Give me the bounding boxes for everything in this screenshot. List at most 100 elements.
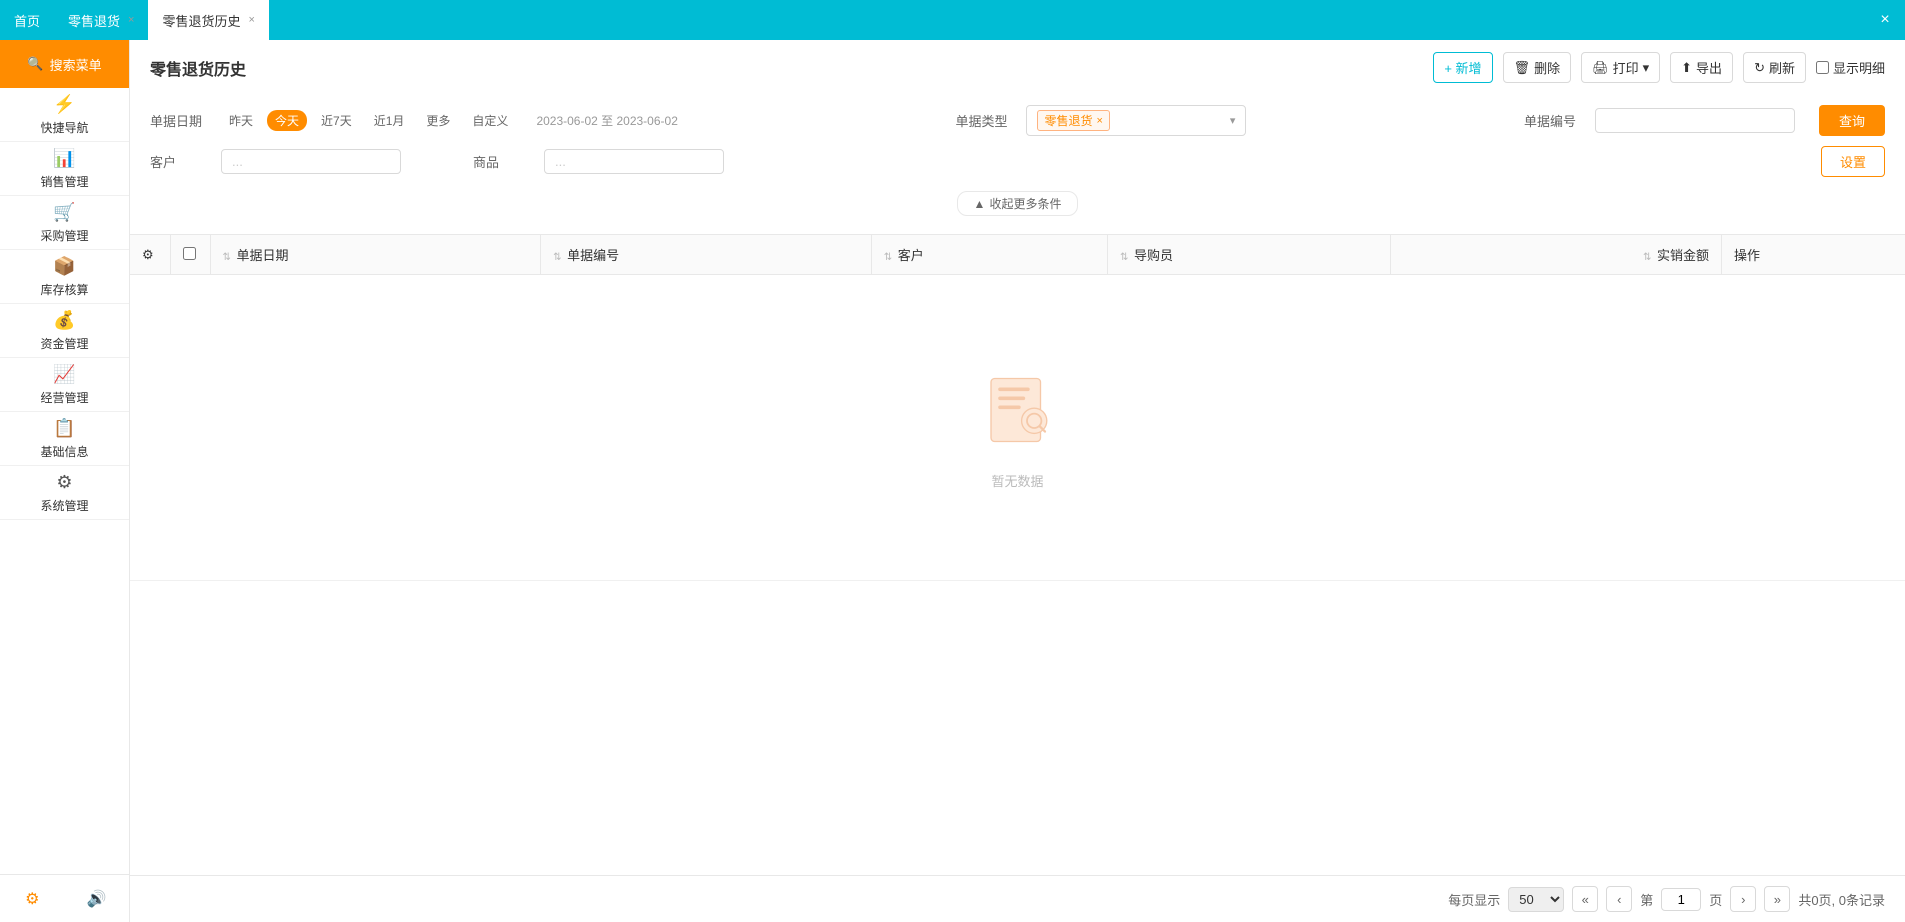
th-no-label: 单据编号 (567, 248, 619, 263)
collapse-bar: ▲ 收起更多条件 (150, 187, 1885, 224)
tab-retail-return-label: 零售退货 (68, 11, 120, 30)
date-option-today[interactable]: 今天 (267, 110, 307, 131)
sidebar-item-system-mgmt[interactable]: ⚙ 系统管理 (0, 466, 129, 520)
sidebar-item-fund-mgmt[interactable]: 💰 资金管理 (0, 304, 129, 358)
print-button-label: 打印 (1613, 58, 1639, 77)
sort-arrows-amount: ⇅ (1643, 252, 1651, 263)
settings-button[interactable]: 设置 (1821, 146, 1885, 177)
settings-button-label: 设置 (1840, 155, 1866, 170)
refresh-button[interactable]: ↻ 刷新 (1743, 52, 1806, 83)
collapse-button[interactable]: ▲ 收起更多条件 (957, 191, 1079, 216)
date-filter-label: 单据日期 (150, 111, 205, 130)
select-all-checkbox[interactable] (183, 247, 196, 260)
date-option-more[interactable]: 更多 (418, 110, 458, 131)
search-icon: 🔍 (27, 56, 43, 72)
show-detail-checkbox[interactable]: 显示明细 (1816, 58, 1885, 77)
show-detail-label: 显示明细 (1833, 58, 1885, 77)
th-amount[interactable]: ⇅ 实销金额 (1391, 235, 1722, 275)
tab-retail-return-close[interactable]: × (128, 14, 134, 26)
page-title: 零售退货历史 (150, 56, 246, 80)
top-bar: 首页 零售退货 × 零售退货历史 × × (0, 0, 1905, 40)
sidebar-item-sales-mgmt[interactable]: 📊 销售管理 (0, 142, 129, 196)
voucher-type-tag-close[interactable]: × (1096, 115, 1102, 127)
tab-retail-return-history[interactable]: 零售退货历史 × (148, 0, 268, 40)
date-range-text: 2023-06-02 至 2023-06-02 (536, 112, 677, 129)
date-option-custom[interactable]: 自定义 (464, 110, 516, 131)
tab-retail-return[interactable]: 零售退货 × (54, 0, 148, 40)
window-close-button[interactable]: × (1865, 0, 1905, 40)
sort-arrows-customer: ⇅ (884, 252, 892, 263)
customer-label: 客户 (150, 152, 205, 171)
page-number-input[interactable] (1661, 888, 1701, 911)
sidebar-item-inventory-calc[interactable]: 📦 库存核算 (0, 250, 129, 304)
data-table: ⚙ ⇅ 单据日期 ⇅ 单据编号 (130, 235, 1905, 581)
sidebar-search-label: 搜索菜单 (50, 55, 102, 74)
fund-mgmt-icon: 💰 (53, 310, 75, 331)
goods-select[interactable]: ... (544, 149, 724, 174)
sidebar-item-purchase-mgmt-label: 采购管理 (40, 227, 88, 244)
sidebar-item-operation-mgmt[interactable]: 📈 经营管理 (0, 358, 129, 412)
delete-button[interactable]: 🗑 删除 (1503, 52, 1572, 83)
page-header: 零售退货历史 + 新增 🗑 删除 🖨 打印 ▾ ⬆ (130, 40, 1905, 235)
sidebar-item-basic-info[interactable]: 📋 基础信息 (0, 412, 129, 466)
main-layout: 🔍 搜索菜单 ⚡ 快捷导航 📊 销售管理 🛒 采购管理 📦 库存核算 💰 资金管… (0, 40, 1905, 922)
table-head: ⚙ ⇅ 单据日期 ⇅ 单据编号 (130, 235, 1905, 275)
sidebar-bottom: ⚙ 🔊 (0, 874, 129, 922)
new-button[interactable]: + 新增 (1433, 52, 1492, 83)
filter-row-1: 单据日期 昨天 今天 近7天 近1月 更多 自定义 2023-06-02 至 2… (150, 105, 1885, 136)
date-option-1month[interactable]: 近1月 (366, 110, 413, 131)
sidebar-item-quick-nav-label: 快捷导航 (40, 119, 88, 136)
sidebar-search[interactable]: 🔍 搜索菜单 (0, 40, 129, 88)
basic-info-icon: 📋 (53, 418, 75, 439)
date-option-7days[interactable]: 近7天 (313, 110, 360, 131)
purchase-mgmt-icon: 🛒 (53, 202, 75, 223)
last-page-icon: » (1774, 892, 1781, 907)
sidebar-item-operation-mgmt-label: 经营管理 (40, 389, 88, 406)
th-checkbox[interactable] (170, 235, 210, 275)
query-button[interactable]: 查询 (1819, 105, 1885, 136)
sidebar-settings-icon[interactable]: ⚙ (12, 879, 52, 919)
export-button[interactable]: ⬆ 导出 (1670, 52, 1733, 83)
prev-page-icon: ‹ (1617, 892, 1621, 907)
sidebar-item-quick-nav[interactable]: ⚡ 快捷导航 (0, 88, 129, 142)
th-customer[interactable]: ⇅ 客户 (871, 235, 1107, 275)
sidebar-volume-icon[interactable]: 🔊 (77, 879, 117, 919)
toolbar: + 新增 🗑 删除 🖨 打印 ▾ ⬆ 导出 (1433, 52, 1885, 83)
per-page-label: 每页显示 (1448, 890, 1500, 909)
voucher-type-tag: 零售退货 × (1037, 110, 1109, 131)
tab-retail-return-history-close[interactable]: × (248, 14, 254, 26)
total-info: 共0页, 0条记录 (1798, 890, 1885, 909)
table-container: ⚙ ⇅ 单据日期 ⇅ 单据编号 (130, 235, 1905, 875)
th-action: 操作 (1721, 235, 1905, 275)
th-date[interactable]: ⇅ 单据日期 (210, 235, 541, 275)
th-no[interactable]: ⇅ 单据编号 (541, 235, 872, 275)
first-page-button[interactable]: « (1572, 886, 1598, 912)
sidebar-item-purchase-mgmt[interactable]: 🛒 采购管理 (0, 196, 129, 250)
sidebar: 🔍 搜索菜单 ⚡ 快捷导航 📊 销售管理 🛒 采购管理 📦 库存核算 💰 资金管… (0, 40, 130, 922)
operation-mgmt-icon: 📈 (53, 364, 75, 385)
voucher-no-input[interactable] (1595, 108, 1795, 133)
next-page-button[interactable]: › (1730, 886, 1756, 912)
voucher-type-select[interactable]: 零售退货 × ▾ (1026, 105, 1246, 136)
sidebar-item-fund-mgmt-label: 资金管理 (40, 335, 88, 352)
tab-home-label: 首页 (14, 11, 40, 30)
tab-home[interactable]: 首页 (0, 0, 54, 40)
sidebar-item-basic-info-label: 基础信息 (40, 443, 88, 460)
th-guide[interactable]: ⇅ 导购员 (1107, 235, 1390, 275)
prev-page-button[interactable]: ‹ (1606, 886, 1632, 912)
print-button[interactable]: 🖨 打印 ▾ (1581, 52, 1660, 83)
first-page-icon: « (1582, 892, 1589, 907)
customer-select[interactable]: ... (221, 149, 401, 174)
th-amount-label: 实销金额 (1657, 248, 1709, 263)
export-button-label: 导出 (1696, 58, 1722, 77)
per-page-select[interactable]: 10 20 50 100 (1508, 887, 1564, 912)
table-header-row: ⚙ ⇅ 单据日期 ⇅ 单据编号 (130, 235, 1905, 275)
last-page-button[interactable]: » (1764, 886, 1790, 912)
query-button-label: 查询 (1839, 114, 1865, 129)
sort-arrows-guide: ⇅ (1120, 252, 1128, 263)
date-option-yesterday[interactable]: 昨天 (221, 110, 261, 131)
show-detail-input[interactable] (1816, 61, 1829, 74)
sort-arrows-date: ⇅ (223, 252, 231, 263)
print-arrow-icon: ▾ (1643, 60, 1650, 76)
th-settings[interactable]: ⚙ (130, 235, 170, 275)
